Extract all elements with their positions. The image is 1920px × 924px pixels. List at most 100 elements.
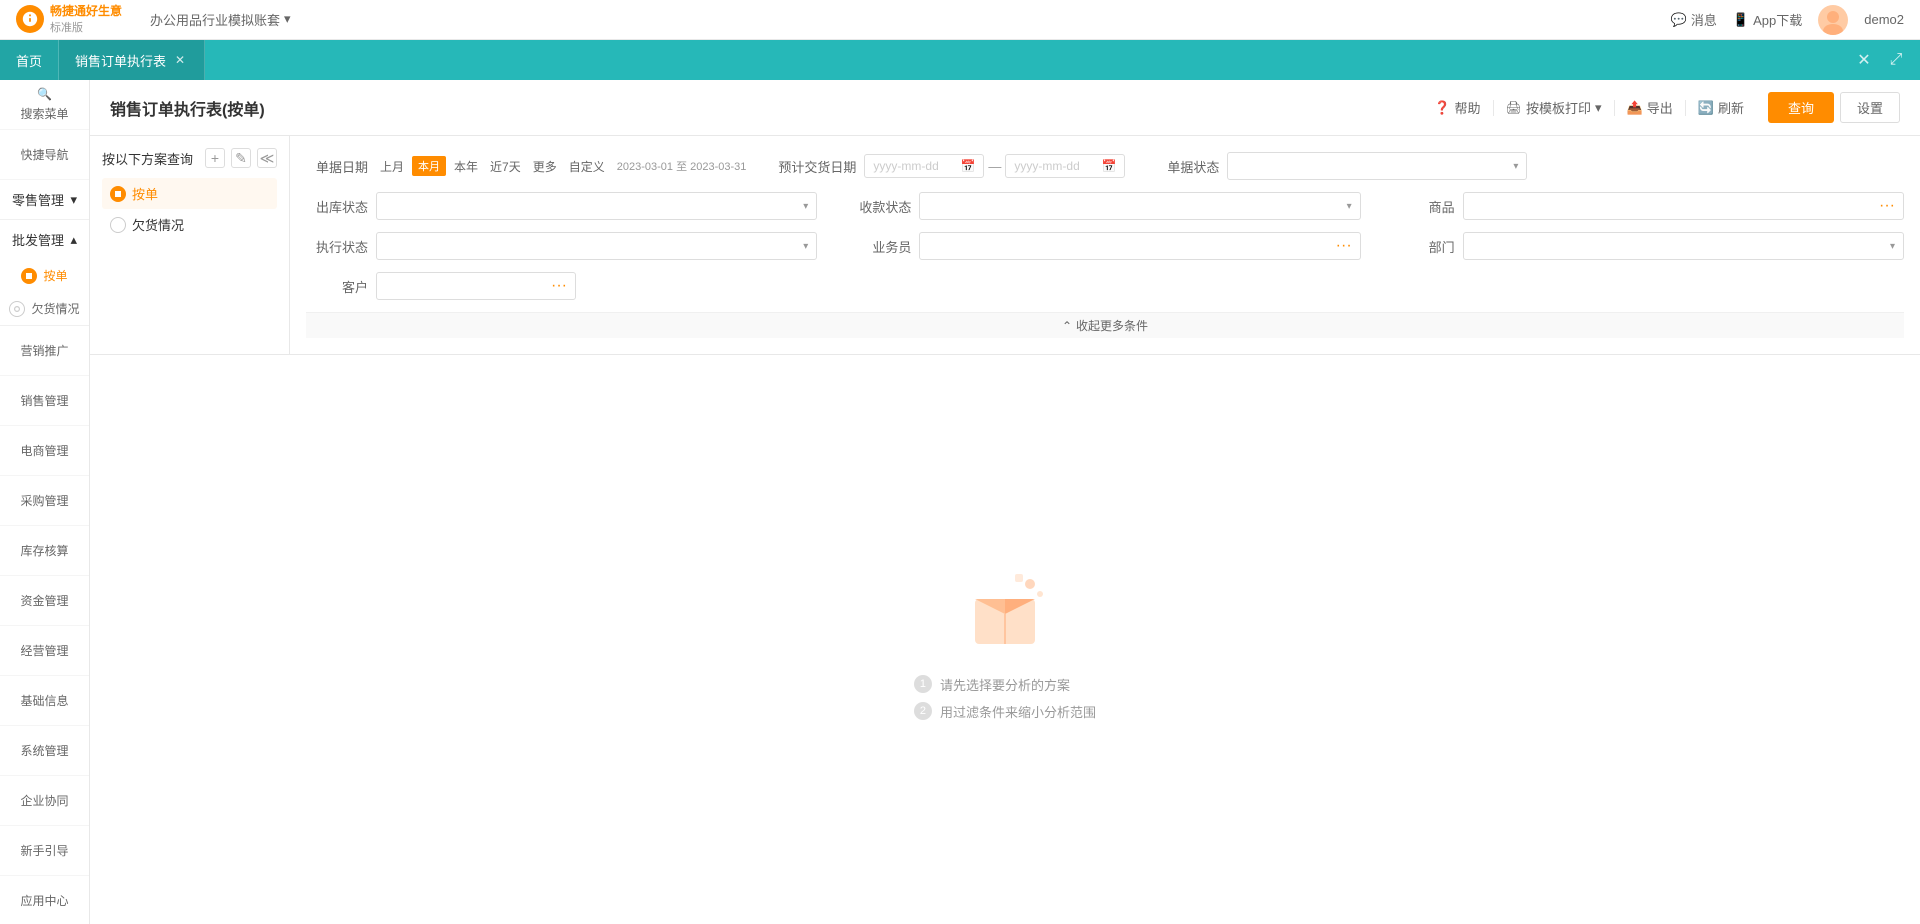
exec-status-select[interactable]: ▾ — [376, 232, 817, 260]
export-button[interactable]: 📤 导出 — [1627, 98, 1673, 117]
filter-left-header: 按以下方案查询 + ✎ ≪ — [102, 148, 277, 168]
tab-close-window-icon[interactable]: ✕ — [1852, 48, 1876, 72]
marketing-label: 营销推广 — [20, 342, 68, 359]
date-label: 单据日期 — [306, 157, 376, 176]
tab-home[interactable]: 首页 — [0, 40, 59, 80]
sidebar-item-purchase[interactable]: 采购管理 — [0, 476, 89, 526]
sidebar-item-inventory[interactable]: 库存核算 — [0, 526, 89, 576]
app-download-button[interactable]: 📱 App下载 — [1733, 10, 1802, 29]
filter-left: 按以下方案查询 + ✎ ≪ 按单 — [90, 136, 290, 354]
retail-arrow-icon: ▾ — [70, 192, 77, 208]
sidebar-item-marketing[interactable]: 营销推广 — [0, 326, 89, 376]
status-arrow-icon: ▾ — [1513, 161, 1518, 172]
header-right: 💬 消息 📱 App下载 demo2 — [1671, 5, 1904, 35]
date-tab-7days[interactable]: 近7天 — [486, 156, 525, 177]
sidebar-item-appstore[interactable]: 应用中心 — [0, 876, 89, 924]
page-actions: ❓ 帮助 🖨 按模板打印 ▾ 📤 导出 🔄 刷新 — [1434, 92, 1900, 123]
print-button[interactable]: 🖨 按模板打印 ▾ — [1506, 98, 1602, 117]
refresh-icon: 🔄 — [1698, 100, 1714, 116]
print-arrow-icon: ▾ — [1595, 100, 1602, 116]
tab-expand-icon[interactable]: ⤢ — [1884, 48, 1908, 72]
company-selector[interactable]: 办公用品行业模拟账套 ▾ — [150, 10, 291, 29]
filter-row-2: 出库状态 ▾ 收款状态 ▾ — [306, 192, 1904, 220]
help-icon: ❓ — [1434, 100, 1450, 116]
scheme-item-order[interactable]: 按单 — [102, 178, 277, 209]
scheme-item-owed[interactable]: 欠货情况 — [102, 209, 277, 240]
date-tab-last-month[interactable]: 上月 — [376, 156, 408, 177]
sidebar-item-operations[interactable]: 经营管理 — [0, 626, 89, 676]
scheme-owed-icon — [110, 217, 126, 233]
date-from-input[interactable]: yyyy-mm-dd 📅 — [864, 154, 984, 178]
filter-date: 单据日期 上月 本月 本年 近7天 更多 自定义 20 — [306, 156, 746, 177]
out-status-select[interactable]: ▾ — [376, 192, 817, 220]
sales-label: 销售管理 — [20, 392, 68, 409]
filter-goods: 商品 ··· — [1393, 192, 1904, 220]
salesperson-dots-icon: ··· — [1336, 237, 1352, 255]
status-select[interactable]: ▾ — [1227, 152, 1527, 180]
date-tab-this-month[interactable]: 本月 — [412, 156, 446, 176]
empty-illustration — [955, 559, 1055, 659]
sidebar-item-retail[interactable]: 零售管理 ▾ — [0, 180, 89, 219]
page-title: 销售订单执行表(按单) — [110, 96, 265, 120]
date-tab-more[interactable]: 更多 — [529, 156, 561, 177]
sidebar-item-sales[interactable]: 销售管理 — [0, 376, 89, 426]
sales-order-tab-label: 销售订单执行表 — [75, 51, 166, 70]
sidebar-item-corp[interactable]: 企业协同 — [0, 776, 89, 826]
filter-exec-status: 执行状态 ▾ — [306, 232, 817, 260]
logo-icon — [16, 5, 44, 33]
date-to-input[interactable]: yyyy-mm-dd 📅 — [1005, 154, 1125, 178]
wholesale-arrow-icon: ▴ — [70, 232, 77, 248]
top-header: 畅捷通好生意 标准版 办公用品行业模拟账套 ▾ 💬 消息 📱 App下载 dem… — [0, 0, 1920, 40]
empty-tip-text-1: 请先选择要分析的方案 — [940, 675, 1070, 694]
filter-dept: 部门 ▾ — [1393, 232, 1904, 260]
finance-label: 资金管理 — [20, 592, 68, 609]
collapse-label: 收起更多条件 — [1076, 317, 1148, 334]
sidebar-item-finance[interactable]: 资金管理 — [0, 576, 89, 626]
close-tab-icon[interactable]: ✕ — [172, 52, 188, 68]
filter-customer: 客户 ··· — [306, 272, 833, 300]
add-scheme-icon[interactable]: + — [205, 148, 225, 168]
quick-nav-label: 快捷导航 — [20, 146, 68, 163]
receipt-status-select[interactable]: ▾ — [919, 192, 1360, 220]
edit-scheme-icon[interactable]: ✎ — [231, 148, 251, 168]
date-tab-custom[interactable]: 自定义 — [565, 156, 609, 177]
help-button[interactable]: ❓ 帮助 — [1434, 98, 1480, 117]
sidebar-item-system[interactable]: 系统管理 — [0, 726, 89, 776]
receipt-status-label: 收款状态 — [849, 197, 919, 216]
sidebar-search[interactable]: 🔍 搜索菜单 — [0, 80, 89, 130]
ecommerce-label: 电商管理 — [20, 442, 68, 459]
settings-button[interactable]: 设置 — [1840, 92, 1900, 123]
goods-multiselect[interactable]: ··· — [1463, 192, 1904, 220]
sidebar-group-retail: 零售管理 ▾ — [0, 180, 89, 220]
dept-select[interactable]: ▾ — [1463, 232, 1904, 260]
sidebar-item-newbie[interactable]: 新手引导 — [0, 826, 89, 876]
header-left: 畅捷通好生意 标准版 办公用品行业模拟账套 ▾ — [16, 4, 291, 34]
collapse-scheme-icon[interactable]: ≪ — [257, 148, 277, 168]
date-tab-this-year[interactable]: 本年 — [450, 156, 482, 177]
sidebar-item-ecommerce[interactable]: 电商管理 — [0, 426, 89, 476]
customer-multiselect[interactable]: ··· — [376, 272, 576, 300]
message-button[interactable]: 💬 消息 — [1671, 10, 1717, 29]
content-area: 销售订单执行表(按单) ❓ 帮助 🖨 按模板打印 ▾ 📤 导出 — [90, 80, 1920, 924]
refresh-button[interactable]: 🔄 刷新 — [1698, 98, 1744, 117]
tab-sales-order[interactable]: 销售订单执行表 ✕ — [59, 40, 205, 80]
sidebar-item-basic[interactable]: 基础信息 — [0, 676, 89, 726]
order-icon — [21, 268, 37, 284]
filter-icons: + ✎ ≪ — [205, 148, 277, 168]
collapse-button[interactable]: ⌃ 收起更多条件 — [306, 312, 1904, 338]
filter-panel-inner: 按以下方案查询 + ✎ ≪ 按单 — [90, 136, 1920, 354]
sidebar-item-owed[interactable]: 欠货情况 — [0, 292, 89, 325]
sidebar-item-wholesale[interactable]: 批发管理 ▴ — [0, 220, 89, 259]
newbie-label: 新手引导 — [20, 842, 68, 859]
query-button[interactable]: 查询 — [1768, 92, 1834, 123]
avatar[interactable] — [1818, 5, 1848, 35]
inventory-label: 库存核算 — [20, 542, 68, 559]
filter-right: 单据日期 上月 本月 本年 近7天 更多 自定义 20 — [290, 136, 1920, 354]
sidebar-quick-nav[interactable]: 快捷导航 — [0, 130, 89, 180]
empty-tip-2: 2 用过滤条件来缩小分析范围 — [914, 702, 1096, 721]
salesperson-multiselect[interactable]: ··· — [919, 232, 1360, 260]
order-label: 按单 — [43, 267, 67, 284]
sidebar-item-order[interactable]: 按单 — [0, 259, 89, 292]
user-name[interactable]: demo2 — [1864, 12, 1904, 27]
search-label: 搜索菜单 — [20, 105, 68, 122]
